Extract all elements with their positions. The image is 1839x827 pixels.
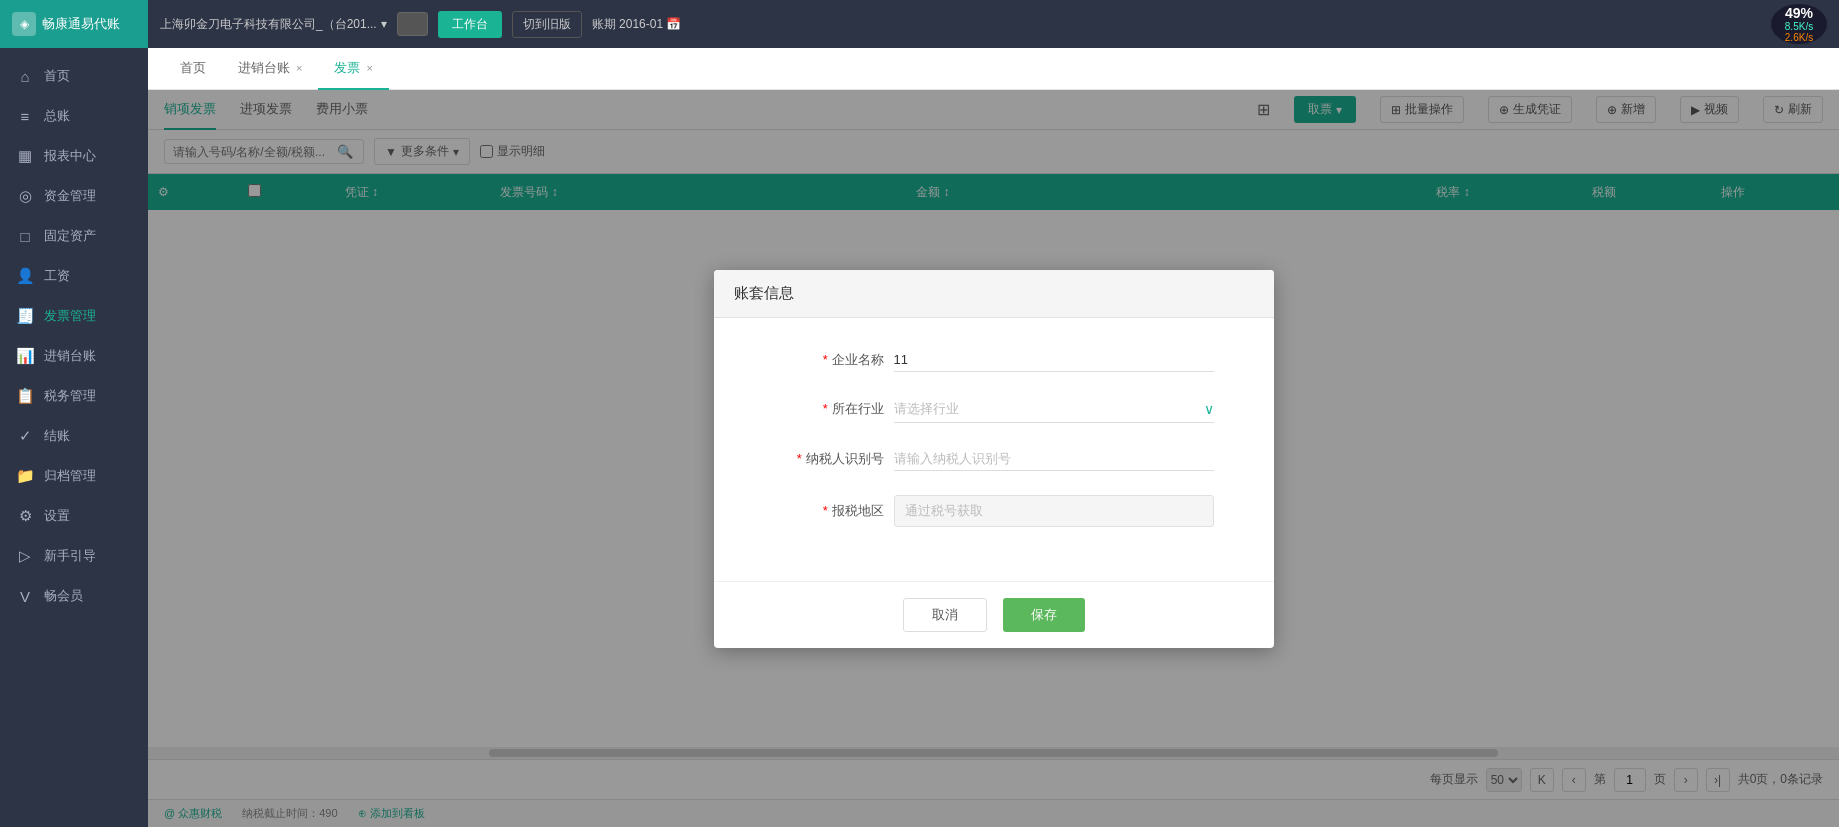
sidebar-item-reports[interactable]: ▦ 报表中心	[0, 136, 148, 176]
tax-region-display: 通过税号获取	[894, 495, 1214, 527]
sidebar-item-finance[interactable]: ◎ 资金管理	[0, 176, 148, 216]
tax-region-row: * 报税地区 通过税号获取	[774, 495, 1214, 527]
sidebar-item-label: 结账	[44, 427, 70, 445]
industry-label: * 所在行业	[774, 400, 884, 418]
invoice-icon: 🧾	[16, 307, 34, 325]
industry-row: * 所在行业 请选择行业 ∨	[774, 396, 1214, 423]
tax-region-label: * 报税地区	[774, 502, 884, 520]
calendar-icon[interactable]: 📅	[666, 17, 681, 31]
sidebar-item-label: 固定资产	[44, 227, 96, 245]
sidebar-item-label: 归档管理	[44, 467, 96, 485]
sidebar-item-purchase[interactable]: 📊 进销台账	[0, 336, 148, 376]
sidebar-item-invoice[interactable]: 🧾 发票管理	[0, 296, 148, 336]
settle-icon: ✓	[16, 427, 34, 445]
tax-icon: 📋	[16, 387, 34, 405]
company-dropdown-icon: ▾	[381, 17, 387, 31]
copy-icon: ⧉	[408, 17, 417, 31]
app-logo: ◈ 畅康通易代账	[0, 0, 148, 48]
sidebar-item-label: 工资	[44, 267, 70, 285]
period-label: 账期 2016-01 📅	[592, 16, 682, 33]
sidebar-item-assets[interactable]: □ 固定资产	[0, 216, 148, 256]
sidebar-item-guide[interactable]: ▷ 新手引导	[0, 536, 148, 576]
member-icon: V	[16, 588, 34, 605]
modal-title: 账套信息	[714, 270, 1274, 318]
logo-text: 畅康通易代账	[42, 15, 120, 33]
speed-indicator: 49% 8.5K/s 2.6K/s	[1771, 4, 1827, 44]
account-info-modal: 账套信息 * 企业名称 * 所在行业	[714, 270, 1274, 648]
archive-icon: 📁	[16, 467, 34, 485]
tab-invoice[interactable]: 发票 ×	[318, 48, 388, 90]
content-area: 销项发票 进项发票 费用小票 ⊞ 取票 ▾ ⊞ 批量操作	[148, 90, 1839, 827]
sidebar-item-label: 报表中心	[44, 147, 96, 165]
sidebar-item-label: 新手引导	[44, 547, 96, 565]
tab-purchase[interactable]: 进销台账 ×	[222, 48, 318, 90]
sidebar-item-label: 进销台账	[44, 347, 96, 365]
sidebar-item-label: 税务管理	[44, 387, 96, 405]
tax-id-label: * 纳税人识别号	[774, 450, 884, 468]
finance-icon: ◎	[16, 187, 34, 205]
main-content: 上海卯金刀电子科技有限公司_（台201... ▾ ⧉ 工作台 切到旧版 账期 2…	[148, 0, 1839, 827]
sidebar-item-label: 首页	[44, 67, 70, 85]
tab-home-label: 首页	[180, 59, 206, 77]
tab-bar: 首页 进销台账 × 发票 ×	[148, 48, 1839, 90]
sidebar-item-label: 畅会员	[44, 587, 83, 605]
industry-placeholder: 请选择行业	[894, 400, 1204, 418]
logo-icon: ◈	[12, 12, 36, 36]
sidebar-item-label: 发票管理	[44, 307, 96, 325]
tab-purchase-label: 进销台账	[238, 59, 290, 77]
sidebar-item-label: 设置	[44, 507, 70, 525]
workbench-button[interactable]: 工作台	[438, 11, 502, 38]
sidebar-item-member[interactable]: V 畅会员	[0, 576, 148, 616]
save-button[interactable]: 保存	[1003, 598, 1085, 632]
settings-icon: ⚙	[16, 507, 34, 525]
old-version-button[interactable]: 切到旧版	[512, 11, 582, 38]
company-name-label: * 企业名称	[774, 351, 884, 369]
company-name: 上海卯金刀电子科技有限公司_（台201...	[160, 16, 377, 33]
sidebar-item-label: 资金管理	[44, 187, 96, 205]
sidebar-item-settings[interactable]: ⚙ 设置	[0, 496, 148, 536]
copy-button[interactable]: ⧉	[397, 12, 428, 36]
tab-home[interactable]: 首页	[164, 48, 222, 90]
topbar: 上海卯金刀电子科技有限公司_（台201... ▾ ⧉ 工作台 切到旧版 账期 2…	[148, 0, 1839, 48]
download-speed: 2.6K/s	[1785, 32, 1813, 43]
sidebar-item-label: 总账	[44, 107, 70, 125]
sidebar-item-salary[interactable]: 👤 工资	[0, 256, 148, 296]
tab-purchase-close[interactable]: ×	[296, 62, 302, 74]
company-name-input[interactable]	[894, 348, 1214, 372]
industry-dropdown-icon: ∨	[1204, 401, 1214, 417]
sidebar-item-home[interactable]: ⌂ 首页	[0, 56, 148, 96]
cancel-button[interactable]: 取消	[903, 598, 987, 632]
modal-overlay: 账套信息 * 企业名称 * 所在行业	[148, 90, 1839, 827]
ledger-icon: ≡	[16, 108, 34, 125]
tax-id-row: * 纳税人识别号	[774, 447, 1214, 471]
guide-icon: ▷	[16, 547, 34, 565]
tax-id-input[interactable]	[894, 447, 1214, 471]
sidebar-item-archive[interactable]: 📁 归档管理	[0, 456, 148, 496]
tab-invoice-label: 发票	[334, 59, 360, 77]
modal-footer: 取消 保存	[714, 581, 1274, 648]
assets-icon: □	[16, 228, 34, 245]
salary-icon: 👤	[16, 267, 34, 285]
company-name-row: * 企业名称	[774, 348, 1214, 372]
sidebar-item-ledger[interactable]: ≡ 总账	[0, 96, 148, 136]
reports-icon: ▦	[16, 147, 34, 165]
home-icon: ⌂	[16, 68, 34, 85]
speed-percent: 49%	[1785, 5, 1813, 21]
upload-speed: 8.5K/s	[1785, 21, 1813, 32]
tab-invoice-close[interactable]: ×	[366, 62, 372, 74]
sidebar-item-settle[interactable]: ✓ 结账	[0, 416, 148, 456]
sidebar-nav: ⌂ 首页 ≡ 总账 ▦ 报表中心 ◎ 资金管理 □ 固定资产 👤 工资	[0, 48, 148, 827]
sidebar: ◈ 畅康通易代账 ⌂ 首页 ≡ 总账 ▦ 报表中心 ◎ 资金管理 □	[0, 0, 148, 827]
purchase-icon: 📊	[16, 347, 34, 365]
sidebar-item-tax[interactable]: 📋 税务管理	[0, 376, 148, 416]
modal-body: * 企业名称 * 所在行业 请选择行业	[714, 318, 1274, 581]
company-selector[interactable]: 上海卯金刀电子科技有限公司_（台201... ▾	[160, 16, 387, 33]
industry-select[interactable]: 请选择行业 ∨	[894, 396, 1214, 423]
